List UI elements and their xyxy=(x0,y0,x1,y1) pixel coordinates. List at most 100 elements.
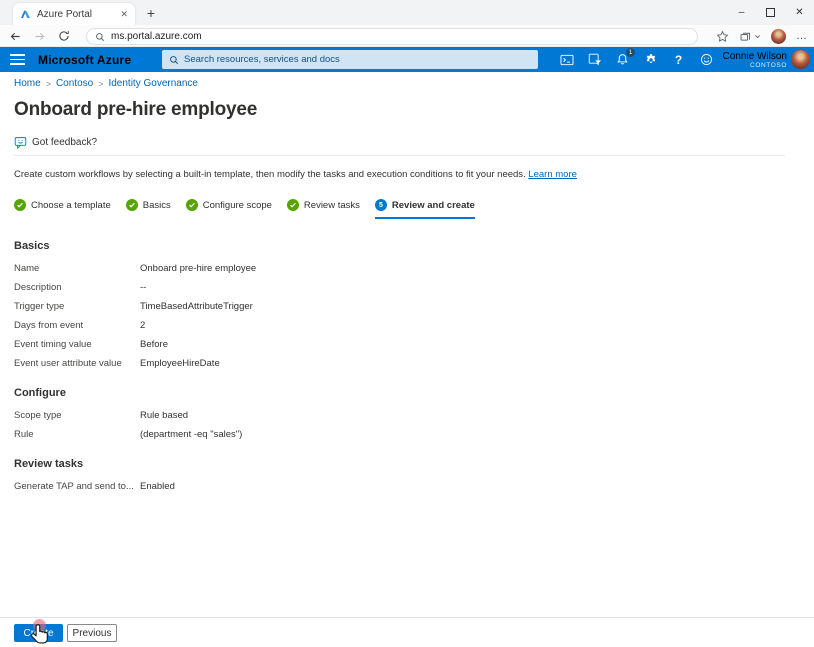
row-label: Name xyxy=(14,263,140,274)
breadcrumb: Home > Contoso > Identity Governance xyxy=(14,78,198,89)
user-name: Connie Wilson xyxy=(723,51,787,62)
row-value: (department -eq "sales") xyxy=(140,429,242,440)
summary-row-event-timing: Event timing value Before xyxy=(14,339,256,350)
settings-gear-icon[interactable] xyxy=(643,52,658,67)
browser-tab-strip: Azure Portal ✕ + – ✕ xyxy=(0,0,814,25)
back-icon[interactable] xyxy=(8,29,23,44)
breadcrumb-separator: > xyxy=(98,79,103,89)
tab-title: Azure Portal xyxy=(37,9,114,20)
url-search-icon xyxy=(95,32,105,42)
section-review-tasks: Review tasks Generate TAP and send to...… xyxy=(14,458,175,500)
section-basics: Basics Name Onboard pre-hire employee De… xyxy=(14,240,256,377)
row-label: Rule xyxy=(14,429,140,440)
summary-row-trigger-type: Trigger type TimeBasedAttributeTrigger xyxy=(14,301,256,312)
row-label: Event user attribute value xyxy=(14,358,140,369)
cloud-shell-icon[interactable] xyxy=(559,52,574,67)
screen: Azure Portal ✕ + – ✕ xyxy=(0,0,814,647)
feedback-smiley-icon[interactable] xyxy=(699,52,714,67)
page-title: Onboard pre-hire employee xyxy=(14,99,257,121)
wizard-step-configure-scope[interactable]: Configure scope xyxy=(186,199,272,217)
step-number-icon: 5 xyxy=(375,199,387,211)
azure-favicon-icon xyxy=(20,9,31,20)
refresh-icon[interactable] xyxy=(56,29,71,44)
step-complete-icon xyxy=(14,199,26,211)
summary-row-days-from-event: Days from event 2 xyxy=(14,320,256,331)
address-bar[interactable] xyxy=(86,28,698,45)
browser-menu-icon[interactable]: … xyxy=(796,30,808,42)
row-label: Description xyxy=(14,282,140,293)
description-text: Create custom workflows by selecting a b… xyxy=(14,169,526,180)
wizard-step-choose-template[interactable]: Choose a template xyxy=(14,199,111,217)
azure-search-box[interactable] xyxy=(162,50,538,69)
new-tab-button[interactable]: + xyxy=(142,4,160,22)
browser-tab-azure-portal[interactable]: Azure Portal ✕ xyxy=(13,3,135,25)
step-label: Review and create xyxy=(392,200,475,211)
summary-row-scope-type: Scope type Rule based xyxy=(14,410,242,421)
notification-badge: 1 xyxy=(626,48,635,57)
window-maximize-button[interactable] xyxy=(756,0,785,25)
row-value: Onboard pre-hire employee xyxy=(140,263,256,274)
step-complete-icon xyxy=(287,199,299,211)
step-complete-icon xyxy=(126,199,138,211)
row-value: -- xyxy=(140,282,146,293)
row-label: Trigger type xyxy=(14,301,140,312)
account-info[interactable]: Connie Wilson CONTOSO xyxy=(723,51,787,70)
summary-row-rule: Rule (department -eq "sales") xyxy=(14,429,242,440)
wizard-step-review-tasks[interactable]: Review tasks xyxy=(287,199,360,217)
azure-brand[interactable]: Microsoft Azure xyxy=(38,53,131,67)
tab-close-icon[interactable]: ✕ xyxy=(120,9,128,20)
collections-icon[interactable] xyxy=(739,30,761,43)
previous-button[interactable]: Previous xyxy=(67,624,117,642)
hand-cursor-icon xyxy=(29,623,52,647)
notifications-bell-icon[interactable]: 1 xyxy=(615,52,630,67)
wizard-steps: Choose a template Basics Configure scope… xyxy=(14,199,475,219)
summary-row-event-user-attribute: Event user attribute value EmployeeHireD… xyxy=(14,358,256,369)
user-avatar[interactable] xyxy=(791,50,810,69)
step-label: Review tasks xyxy=(304,200,360,211)
summary-row-description: Description -- xyxy=(14,282,256,293)
learn-more-link[interactable]: Learn more xyxy=(528,169,577,180)
user-org: CONTOSO xyxy=(723,62,787,70)
row-value: TimeBasedAttributeTrigger xyxy=(140,301,253,312)
chevron-down-icon xyxy=(754,33,761,40)
row-value: Rule based xyxy=(140,410,188,421)
breadcrumb-identity-governance[interactable]: Identity Governance xyxy=(108,78,198,89)
step-label: Configure scope xyxy=(203,200,272,211)
row-label: Generate TAP and send to... xyxy=(14,481,140,492)
wizard-step-review-and-create[interactable]: 5 Review and create xyxy=(375,199,475,219)
row-label: Scope type xyxy=(14,410,140,421)
section-heading: Basics xyxy=(14,240,256,252)
summary-row-name: Name Onboard pre-hire employee xyxy=(14,263,256,274)
row-label: Days from event xyxy=(14,320,140,331)
row-value: Enabled xyxy=(140,481,175,492)
feedback-bubble-icon xyxy=(14,136,27,149)
forward-icon[interactable] xyxy=(32,29,47,44)
window-controls: – ✕ xyxy=(727,0,814,25)
directory-filter-icon[interactable] xyxy=(587,52,602,67)
wizard-step-basics[interactable]: Basics xyxy=(126,199,171,217)
step-label: Basics xyxy=(143,200,171,211)
breadcrumb-home[interactable]: Home xyxy=(14,78,41,89)
hamburger-menu-icon[interactable] xyxy=(10,54,25,65)
section-configure: Configure Scope type Rule based Rule (de… xyxy=(14,387,242,448)
window-minimize-button[interactable]: – xyxy=(727,0,756,25)
feedback-label: Got feedback? xyxy=(32,137,97,148)
row-value: 2 xyxy=(140,320,145,331)
divider xyxy=(14,155,785,156)
breadcrumb-contoso[interactable]: Contoso xyxy=(56,78,93,89)
step-complete-icon xyxy=(186,199,198,211)
got-feedback-link[interactable]: Got feedback? xyxy=(14,136,97,149)
row-value: Before xyxy=(140,339,168,350)
url-input[interactable] xyxy=(111,31,689,42)
section-heading: Configure xyxy=(14,387,242,399)
favorites-star-icon[interactable] xyxy=(716,30,729,43)
summary-row-generate-tap: Generate TAP and send to... Enabled xyxy=(14,481,175,492)
footer-divider xyxy=(0,617,814,618)
azure-search-input[interactable] xyxy=(184,54,531,65)
browser-profile-avatar[interactable] xyxy=(771,29,786,44)
help-icon[interactable]: ? xyxy=(671,52,686,67)
row-value: EmployeeHireDate xyxy=(140,358,220,369)
window-close-button[interactable]: ✕ xyxy=(785,0,814,25)
breadcrumb-separator: > xyxy=(46,79,51,89)
row-label: Event timing value xyxy=(14,339,140,350)
